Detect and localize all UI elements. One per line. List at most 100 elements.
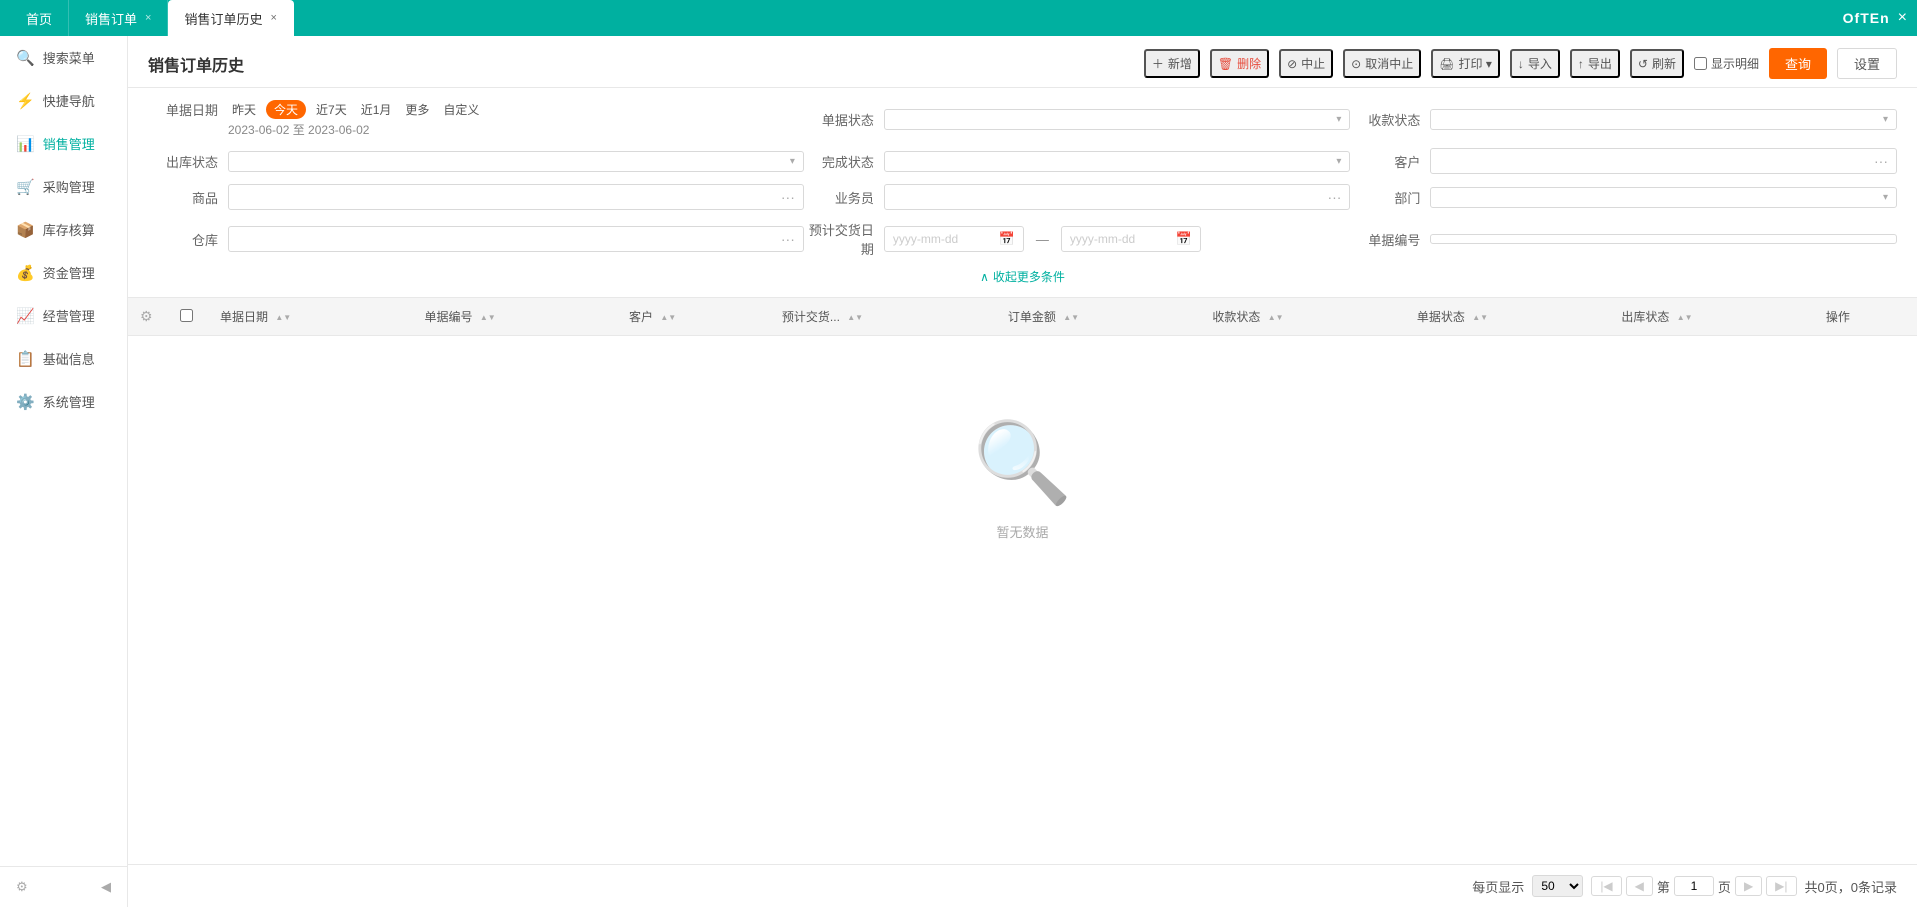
page-first-button[interactable]: |◀ <box>1591 876 1621 896</box>
sidebar-item-operations[interactable]: 📈 经营管理 <box>0 294 127 337</box>
export-icon: ↑ <box>1578 57 1584 71</box>
delete-button[interactable]: 🗑 删除 <box>1210 49 1269 78</box>
sidebar-collapse-icon[interactable]: ◀ <box>101 879 111 895</box>
outbound-status-select[interactable]: ▾ <box>228 151 804 172</box>
total-records-text: 共0页，0条记录 <box>1805 877 1897 896</box>
sidebar-item-label-operations: 经营管理 <box>43 306 95 325</box>
complete-status-select[interactable]: ▾ <box>884 151 1351 172</box>
warehouse-dots-icon: ··· <box>781 231 795 247</box>
page-navigation: |◀ ◀ 第 页 ▶ ▶| <box>1591 876 1796 896</box>
col-delivery-sort-icon[interactable]: ▲▼ <box>847 313 863 322</box>
filter-department-cell: 部门 ▾ <box>1350 187 1897 208</box>
cancel-stop-icon: ⊙ <box>1351 57 1361 71</box>
filter-row-3: 商品 ··· 业务员 ··· 部门 <box>148 184 1897 210</box>
window-close-button[interactable]: × <box>1898 9 1907 27</box>
table-settings-col: ⚙ <box>128 298 168 336</box>
col-amount-sort-icon[interactable]: ▲▼ <box>1063 313 1079 322</box>
department-arrow-icon: ▾ <box>1883 192 1888 203</box>
delivery-label: 预计交货日期 <box>804 220 884 258</box>
tab-sales-order-close[interactable]: × <box>145 12 151 24</box>
order-status-select[interactable]: ▾ <box>884 109 1351 130</box>
query-button[interactable]: 查询 <box>1769 48 1827 79</box>
col-customer-sort-icon[interactable]: ▲▼ <box>660 313 676 322</box>
export-button[interactable]: ↑ 导出 <box>1570 49 1620 78</box>
col-number-sort-icon[interactable]: ▲▼ <box>480 313 496 322</box>
date-quick-yesterday[interactable]: 昨天 <box>228 100 260 119</box>
brand-label: OfTEn <box>1843 10 1890 26</box>
sidebar-item-search-menu[interactable]: 🔍 搜索菜单 <box>0 36 127 79</box>
table-area: ⚙ 单据日期 ▲▼ 单据编号 ▲▼ <box>128 298 1917 864</box>
per-page-select[interactable]: 10 20 50 100 <box>1532 875 1583 897</box>
sidebar-item-base-info[interactable]: 📋 基础信息 <box>0 337 127 380</box>
col-number: 单据编号 ▲▼ <box>412 298 616 336</box>
warehouse-input[interactable]: ··· <box>228 226 804 252</box>
table-settings-icon[interactable]: ⚙ <box>140 308 153 324</box>
display-detail-checkbox[interactable] <box>1694 57 1707 70</box>
col-outbound-status: 出库状态 ▲▼ <box>1609 298 1813 336</box>
complete-status-arrow-icon: ▾ <box>1336 156 1341 167</box>
cancel-stop-button[interactable]: ⊙ 取消中止 <box>1343 49 1421 78</box>
tab-sales-order-history[interactable]: 销售订单历史 × <box>168 0 293 36</box>
order-number-input[interactable] <box>1430 234 1897 244</box>
salesperson-input[interactable]: ··· <box>884 184 1351 210</box>
settings-button[interactable]: 设置 <box>1837 48 1897 79</box>
delivery-end-input[interactable]: yyyy-mm-dd 📅 <box>1061 226 1201 252</box>
col-order-status-sort-icon[interactable]: ▲▼ <box>1472 313 1488 322</box>
refresh-button[interactable]: ↺ 刷新 <box>1630 49 1684 78</box>
department-select[interactable]: ▾ <box>1430 187 1897 208</box>
pagination: 每页显示 10 20 50 100 |◀ ◀ 第 页 ▶ ▶| 共0页，0条记录 <box>128 864 1917 907</box>
page-next-button[interactable]: ▶ <box>1735 876 1762 896</box>
delivery-start-input[interactable]: yyyy-mm-dd 📅 <box>884 226 1024 252</box>
sidebar-item-sales-mgmt[interactable]: 📊 销售管理 <box>0 122 127 165</box>
sidebar-item-quick-nav[interactable]: ⚡ 快捷导航 <box>0 79 127 122</box>
product-input[interactable]: ··· <box>228 184 804 210</box>
display-detail-control[interactable]: 显示明细 <box>1694 55 1759 72</box>
payment-status-select[interactable]: ▾ <box>1430 109 1897 130</box>
page-header: 销售订单历史 ＋ + 新增 新增 🗑 删除 ⊘ 中止 ⊙ 取消中止 <box>128 36 1917 88</box>
col-expected-delivery: 预计交货... ▲▼ <box>770 298 996 336</box>
date-quick-more[interactable]: 更多 <box>401 100 433 119</box>
print-button[interactable]: 🖨 打印 ▾ <box>1431 49 1500 78</box>
sidebar-item-system[interactable]: ⚙️ 系统管理 <box>0 380 127 423</box>
filter-payment-status-cell: 收款状态 ▾ <box>1350 109 1897 130</box>
sidebar-settings-icon[interactable]: ⚙ <box>16 879 28 895</box>
date-filter-label: 单据日期 <box>148 100 228 119</box>
date-quick-today[interactable]: 今天 <box>266 100 306 119</box>
new-button[interactable]: ＋ + 新增 新增 <box>1144 49 1200 78</box>
date-quick-7days[interactable]: 近7天 <box>312 100 351 119</box>
base-info-icon: 📋 <box>16 350 35 368</box>
sidebar-item-inventory[interactable]: 📦 库存核算 <box>0 208 127 251</box>
order-status-arrow-icon: ▾ <box>1336 114 1341 125</box>
page-number-input[interactable] <box>1674 876 1714 896</box>
sidebar-item-finance[interactable]: 💰 资金管理 <box>0 251 127 294</box>
date-filter-control: 昨天 今天 近7天 近1月 更多 自定义 2023-06-02 至 2023-0… <box>228 100 483 138</box>
filter-row-4: 仓库 ··· 预计交货日期 yyyy-mm-dd 📅 — <box>148 220 1897 258</box>
stop-button[interactable]: ⊘ 中止 <box>1279 49 1333 78</box>
new-icon: ＋ <box>1152 55 1164 72</box>
col-payment-sort-icon[interactable]: ▲▼ <box>1268 313 1284 322</box>
import-button[interactable]: ↓ 导入 <box>1510 49 1560 78</box>
sidebar-footer: ⚙ ◀ <box>0 866 127 907</box>
salesperson-dots-icon: ··· <box>1327 189 1341 205</box>
inventory-icon: 📦 <box>16 221 35 239</box>
col-order-amount: 订单金额 ▲▼ <box>996 298 1200 336</box>
tab-sales-order[interactable]: 销售订单 × <box>69 0 168 36</box>
col-order-status: 单据状态 ▲▼ <box>1405 298 1609 336</box>
col-date-sort-icon[interactable]: ▲▼ <box>275 313 291 322</box>
tab-sales-order-history-close[interactable]: × <box>270 12 276 24</box>
date-quick-custom[interactable]: 自定义 <box>439 100 483 119</box>
col-outbound-sort-icon[interactable]: ▲▼ <box>1677 313 1693 322</box>
tab-home[interactable]: 首页 <box>10 0 69 36</box>
filter-collapse-button[interactable]: ∧ 收起更多条件 <box>148 268 1897 285</box>
sidebar-item-purchase-mgmt[interactable]: 🛒 采购管理 <box>0 165 127 208</box>
date-quick-1month[interactable]: 近1月 <box>357 100 396 119</box>
sidebar-item-label-finance: 资金管理 <box>43 263 95 282</box>
page-last-button[interactable]: ▶| <box>1766 876 1796 896</box>
import-icon: ↓ <box>1518 57 1524 71</box>
order-status-label: 单据状态 <box>804 110 884 129</box>
table-select-all-checkbox[interactable] <box>180 309 193 322</box>
customer-input[interactable]: ··· <box>1430 148 1897 174</box>
page-prev-button[interactable]: ◀ <box>1626 876 1653 896</box>
customer-label: 客户 <box>1350 152 1430 171</box>
date-range-display: 2023-06-02 至 2023-06-02 <box>228 121 483 138</box>
